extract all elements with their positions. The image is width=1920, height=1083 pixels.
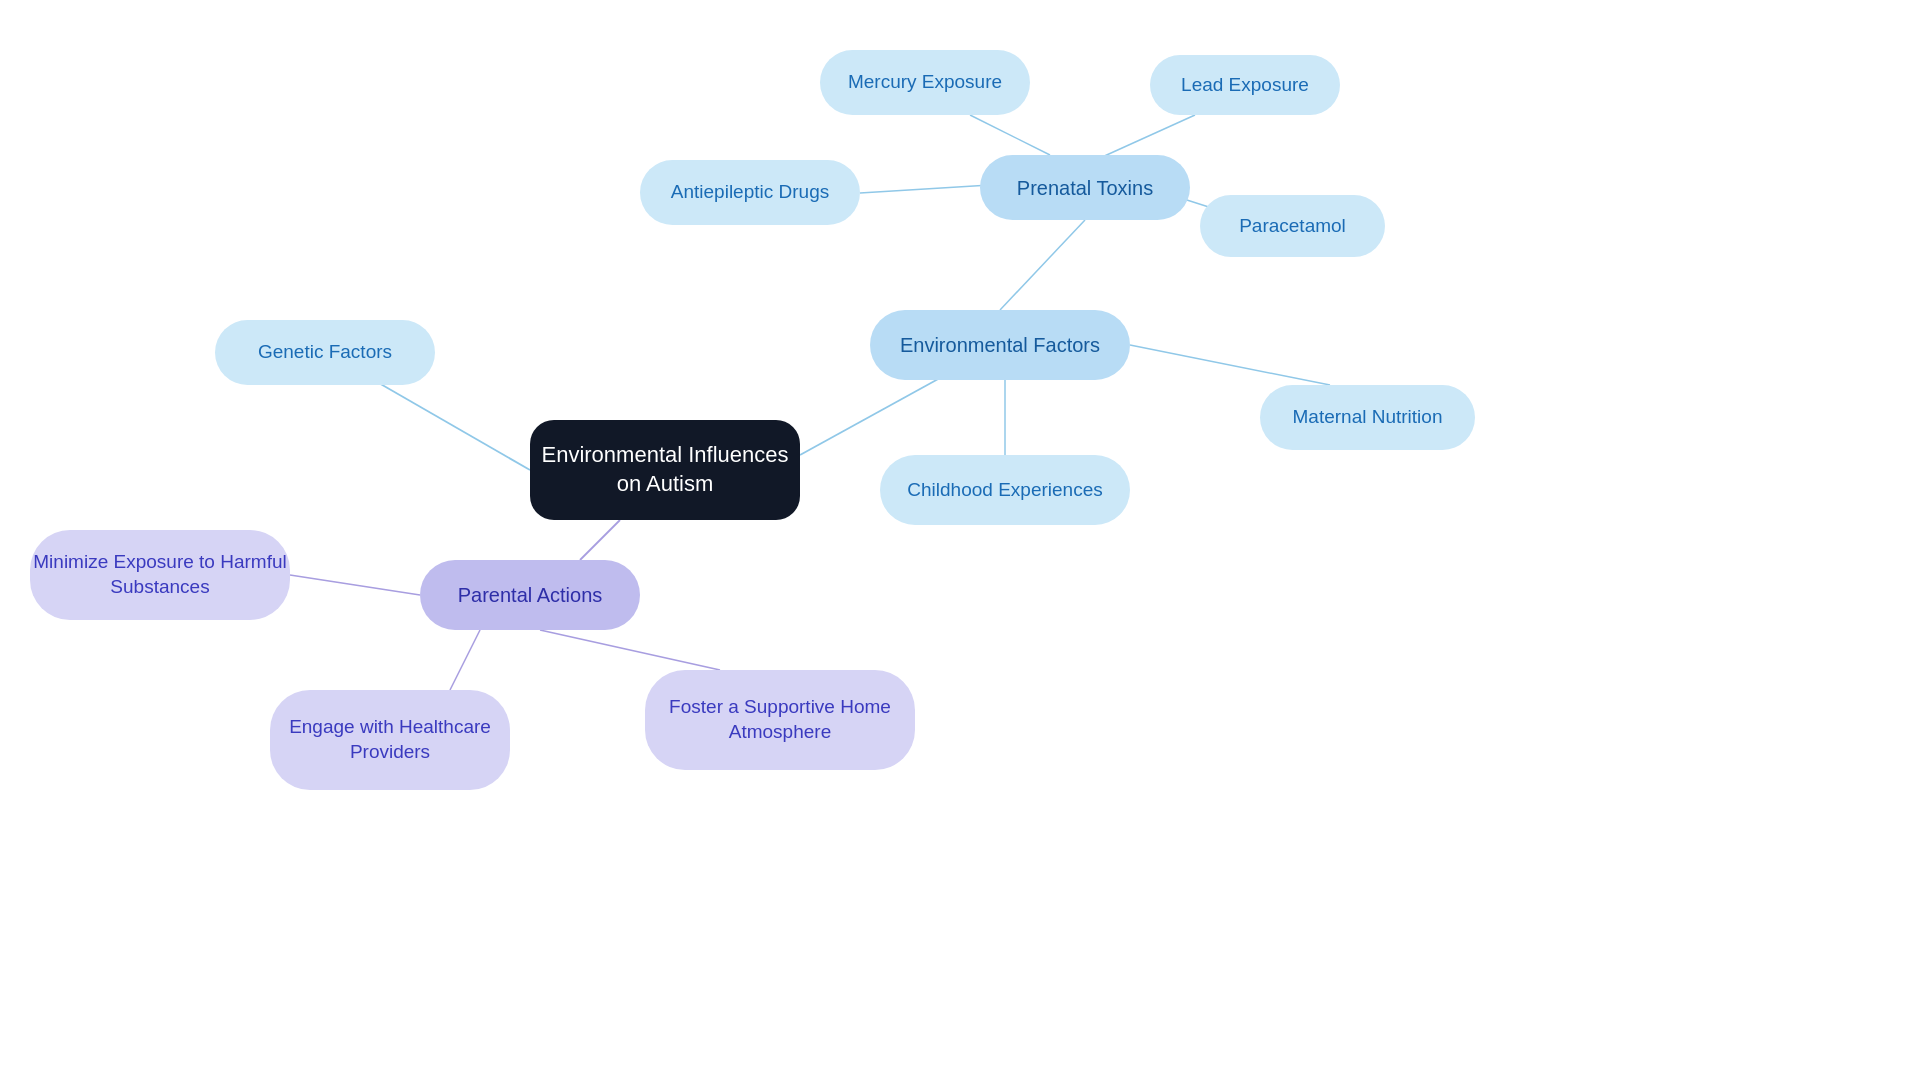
paracetamol-node: Paracetamol xyxy=(1200,195,1385,257)
childhood-experiences-node: Childhood Experiences xyxy=(880,455,1130,525)
center-node: Environmental Influences on Autism xyxy=(530,420,800,520)
minimize-exposure-node: Minimize Exposure to Harmful Substances xyxy=(30,530,290,620)
svg-line-3 xyxy=(970,115,1050,155)
foster-home-node: Foster a Supportive Home Atmosphere xyxy=(645,670,915,770)
lead-exposure-node: Lead Exposure xyxy=(1150,55,1340,115)
svg-line-12 xyxy=(540,630,720,670)
svg-line-7 xyxy=(1130,345,1330,385)
svg-line-11 xyxy=(450,630,480,690)
maternal-nutrition-node: Maternal Nutrition xyxy=(1260,385,1475,450)
environmental-factors-node: Environmental Factors xyxy=(870,310,1130,380)
svg-line-5 xyxy=(860,185,990,193)
svg-line-9 xyxy=(580,520,620,560)
svg-line-10 xyxy=(290,575,420,595)
parental-actions-node: Parental Actions xyxy=(420,560,640,630)
engage-healthcare-node: Engage with Healthcare Providers xyxy=(270,690,510,790)
antiepileptic-drugs-node: Antiepileptic Drugs xyxy=(640,160,860,225)
genetic-factors-node: Genetic Factors xyxy=(215,320,435,385)
svg-line-2 xyxy=(1000,220,1085,310)
mercury-exposure-node: Mercury Exposure xyxy=(820,50,1030,115)
svg-line-4 xyxy=(1100,115,1195,158)
prenatal-toxins-node: Prenatal Toxins xyxy=(980,155,1190,220)
